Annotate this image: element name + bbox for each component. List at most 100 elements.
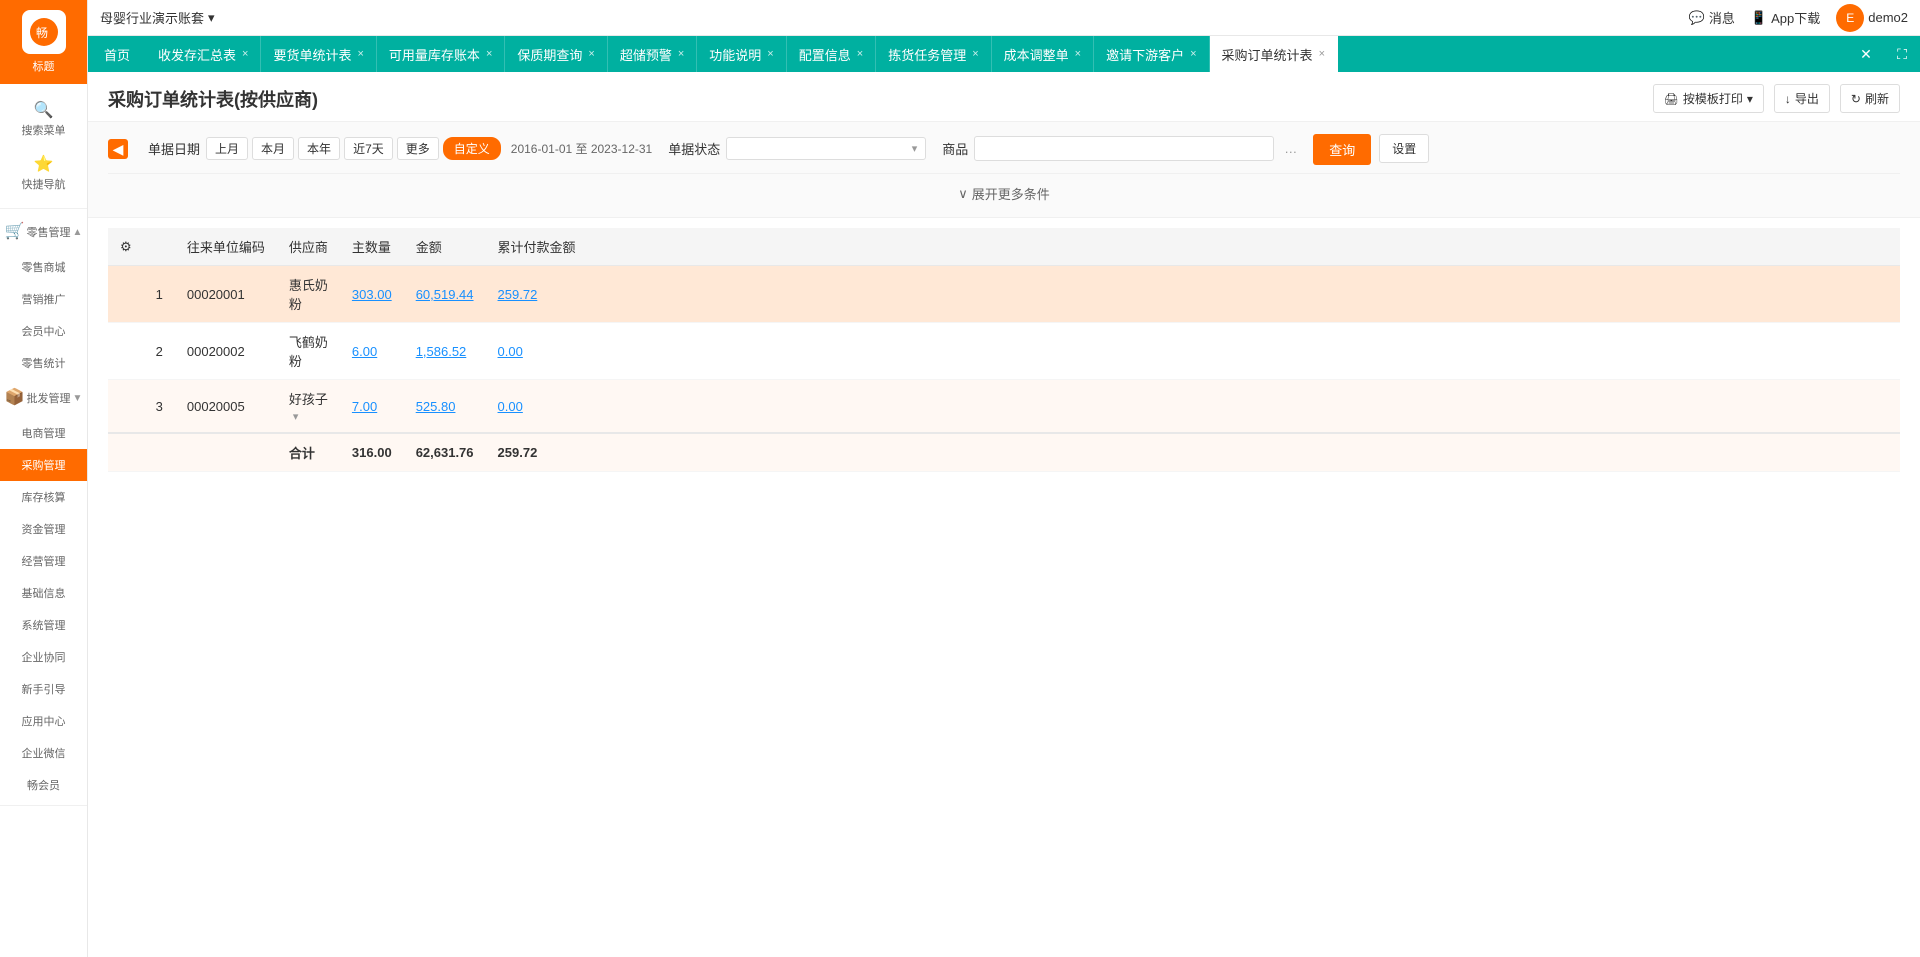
print-btn[interactable]: 🖨 按模板打印 ▾	[1653, 84, 1764, 113]
query-btn[interactable]: 查询	[1313, 134, 1371, 165]
row-paid[interactable]: 0.00	[486, 323, 588, 380]
sidebar-item-quicknav[interactable]: ⭐ 快捷导航	[6, 146, 81, 200]
date-filter-label: 单据日期	[148, 139, 200, 158]
sidebar-item-retail-store[interactable]: 零售商城	[0, 251, 87, 283]
date-btn-7days[interactable]: 近7天	[344, 137, 393, 160]
tab-chengben[interactable]: 成本调整单 ×	[992, 36, 1094, 72]
row-code: 00020002	[175, 323, 277, 380]
workspace-selector[interactable]: 母婴行业演示账套 ▾	[100, 8, 215, 27]
goods-input[interactable]	[974, 136, 1274, 161]
tab-chengben-close[interactable]: ×	[1075, 48, 1081, 60]
tab-caigou-close[interactable]: ×	[1319, 48, 1325, 60]
data-table: ⚙ 往来单位编码 供应商 主数量 金额	[108, 228, 1900, 472]
tab-baozhi-close[interactable]: ×	[588, 48, 594, 60]
sidebar-item-finance[interactable]: 资金管理	[0, 513, 87, 545]
sidebar-item-marketing[interactable]: 营销推广	[0, 283, 87, 315]
tab-chao-close[interactable]: ×	[678, 48, 684, 60]
footer-extra	[588, 433, 1900, 472]
tab-peizhi-close[interactable]: ×	[857, 48, 863, 60]
status-select[interactable]: ▾	[726, 137, 926, 160]
goods-more-icon[interactable]: …	[1284, 141, 1297, 156]
message-btn[interactable]: 💬 消息	[1689, 8, 1735, 27]
date-btn-this-year[interactable]: 本年	[298, 137, 340, 160]
footer-amount: 62,631.76	[404, 433, 486, 472]
filter-status: 单据状态 ▾	[668, 137, 926, 160]
row-paid[interactable]: 0.00	[486, 380, 588, 434]
filter-row-1: ◀ 单据日期 上月 本月 本年 近7天 更多 自定义 2016-01-01 至 …	[108, 132, 1900, 165]
sidebar-item-apps[interactable]: 应用中心	[0, 705, 87, 737]
col-extra	[588, 228, 1900, 266]
avatar: E	[1836, 4, 1864, 32]
tab-yaohuo[interactable]: 要货单统计表 ×	[261, 36, 376, 72]
row-amount[interactable]: 1,586.52	[404, 323, 486, 380]
tab-peizhi[interactable]: 配置信息 ×	[787, 36, 876, 72]
sidebar-item-search[interactable]: 🔍 搜索菜单	[6, 92, 81, 146]
refresh-btn[interactable]: ↻ 刷新	[1840, 84, 1900, 113]
sidebar-item-retail-stat[interactable]: 零售统计	[0, 347, 87, 379]
date-btn-this-month[interactable]: 本月	[252, 137, 294, 160]
tab-maximize-btn[interactable]: ⛶	[1884, 36, 1920, 72]
date-btn-custom[interactable]: 自定义	[443, 137, 501, 160]
sidebar-item-wechat[interactable]: 企业微信	[0, 737, 87, 769]
tab-shoufa[interactable]: 收发存汇总表 ×	[146, 36, 261, 72]
sidebar-item-purchase[interactable]: 采购管理	[0, 449, 87, 481]
sidebar-item-guide[interactable]: 新手引导	[0, 673, 87, 705]
sidebar-item-vip-label: 畅会员	[27, 777, 60, 793]
tab-yaohuo-close[interactable]: ×	[357, 48, 363, 60]
row-num: 1	[144, 266, 175, 323]
tab-yaoqing-close[interactable]: ×	[1190, 48, 1196, 60]
sidebar-item-retail-stat-label: 零售统计	[22, 355, 66, 371]
sidebar-item-ops[interactable]: 经营管理	[0, 545, 87, 577]
table-row[interactable]: 2 00020002 飞鹤奶粉 6.00 1,586.52 0.00	[108, 323, 1900, 380]
sidebar-item-vip[interactable]: 畅会员	[0, 769, 87, 801]
tab-pihuo-close[interactable]: ×	[972, 48, 978, 60]
sidebar-item-ecommerce[interactable]: 电商管理	[0, 417, 87, 449]
tab-keyong-close[interactable]: ×	[486, 48, 492, 60]
date-btn-last-month[interactable]: 上月	[206, 137, 248, 160]
tab-gongneng[interactable]: 功能说明 ×	[697, 36, 786, 72]
sidebar-item-basic[interactable]: 基础信息	[0, 577, 87, 609]
logo-icon: 畅	[22, 10, 66, 54]
tab-shoufa-close[interactable]: ×	[242, 48, 248, 60]
sidebar-item-inventory[interactable]: 库存核算	[0, 481, 87, 513]
expand-more-btn[interactable]: ∨ 展开更多条件	[108, 180, 1900, 207]
row-amount[interactable]: 60,519.44	[404, 266, 486, 323]
app-download-btn[interactable]: 📱 App下载	[1751, 8, 1820, 27]
tab-chao[interactable]: 超储预警 ×	[608, 36, 697, 72]
tab-keyong[interactable]: 可用量库存账本 ×	[377, 36, 505, 72]
sidebar-item-retail-store-label: 零售商城	[22, 259, 66, 275]
row-supplier: 惠氏奶粉	[277, 266, 340, 323]
sidebar-item-system[interactable]: 系统管理	[0, 609, 87, 641]
row-quantity[interactable]: 303.00	[340, 266, 404, 323]
tab-caigou[interactable]: 采购订单统计表 ×	[1210, 36, 1338, 72]
table-row[interactable]: 1 00020001 惠氏奶粉 303.00 60,519.44 259.72	[108, 266, 1900, 323]
row-extra	[588, 323, 1900, 380]
tab-yaoqing[interactable]: 邀请下游客户 ×	[1094, 36, 1209, 72]
footer-paid: 259.72	[486, 433, 588, 472]
user-profile-btn[interactable]: E demo2	[1836, 4, 1908, 32]
sidebar-item-retail[interactable]: 🛒 零售管理 ▲	[0, 213, 87, 251]
tab-baozhi-label: 保质期查询	[517, 45, 582, 64]
settings-btn[interactable]: 设置	[1379, 134, 1429, 163]
table-row[interactable]: 3 00020005 好孩子 ▾ 7.00 525.80 0.00	[108, 380, 1900, 434]
sidebar-item-wholesale[interactable]: 📦 批发管理 ▼	[0, 379, 87, 417]
row-quantity[interactable]: 7.00	[340, 380, 404, 434]
tab-gongneng-close[interactable]: ×	[767, 48, 773, 60]
filter-collapse-btn[interactable]: ◀	[108, 139, 128, 159]
tab-home[interactable]: 首页	[88, 36, 146, 72]
tabbar: 首页 收发存汇总表 × 要货单统计表 × 可用量库存账本 × 保质期查询 × 超…	[88, 36, 1920, 72]
date-btn-more[interactable]: 更多	[397, 137, 439, 160]
sidebar-item-member[interactable]: 会员中心	[0, 315, 87, 347]
row-extra	[588, 380, 1900, 434]
tab-close-all-btn[interactable]: ✕	[1848, 36, 1884, 72]
row-quantity[interactable]: 6.00	[340, 323, 404, 380]
tab-pihuo[interactable]: 拣货任务管理 ×	[876, 36, 991, 72]
row-paid[interactable]: 259.72	[486, 266, 588, 323]
sidebar-item-collab[interactable]: 企业协同	[0, 641, 87, 673]
export-btn[interactable]: ↓ 导出	[1774, 84, 1830, 113]
collapse-arrow-icon[interactable]: ◀	[108, 139, 128, 159]
row-amount[interactable]: 525.80	[404, 380, 486, 434]
goods-filter-label: 商品	[942, 139, 968, 158]
tab-baozhi[interactable]: 保质期查询 ×	[505, 36, 607, 72]
expand-label: 展开更多条件	[972, 184, 1050, 203]
